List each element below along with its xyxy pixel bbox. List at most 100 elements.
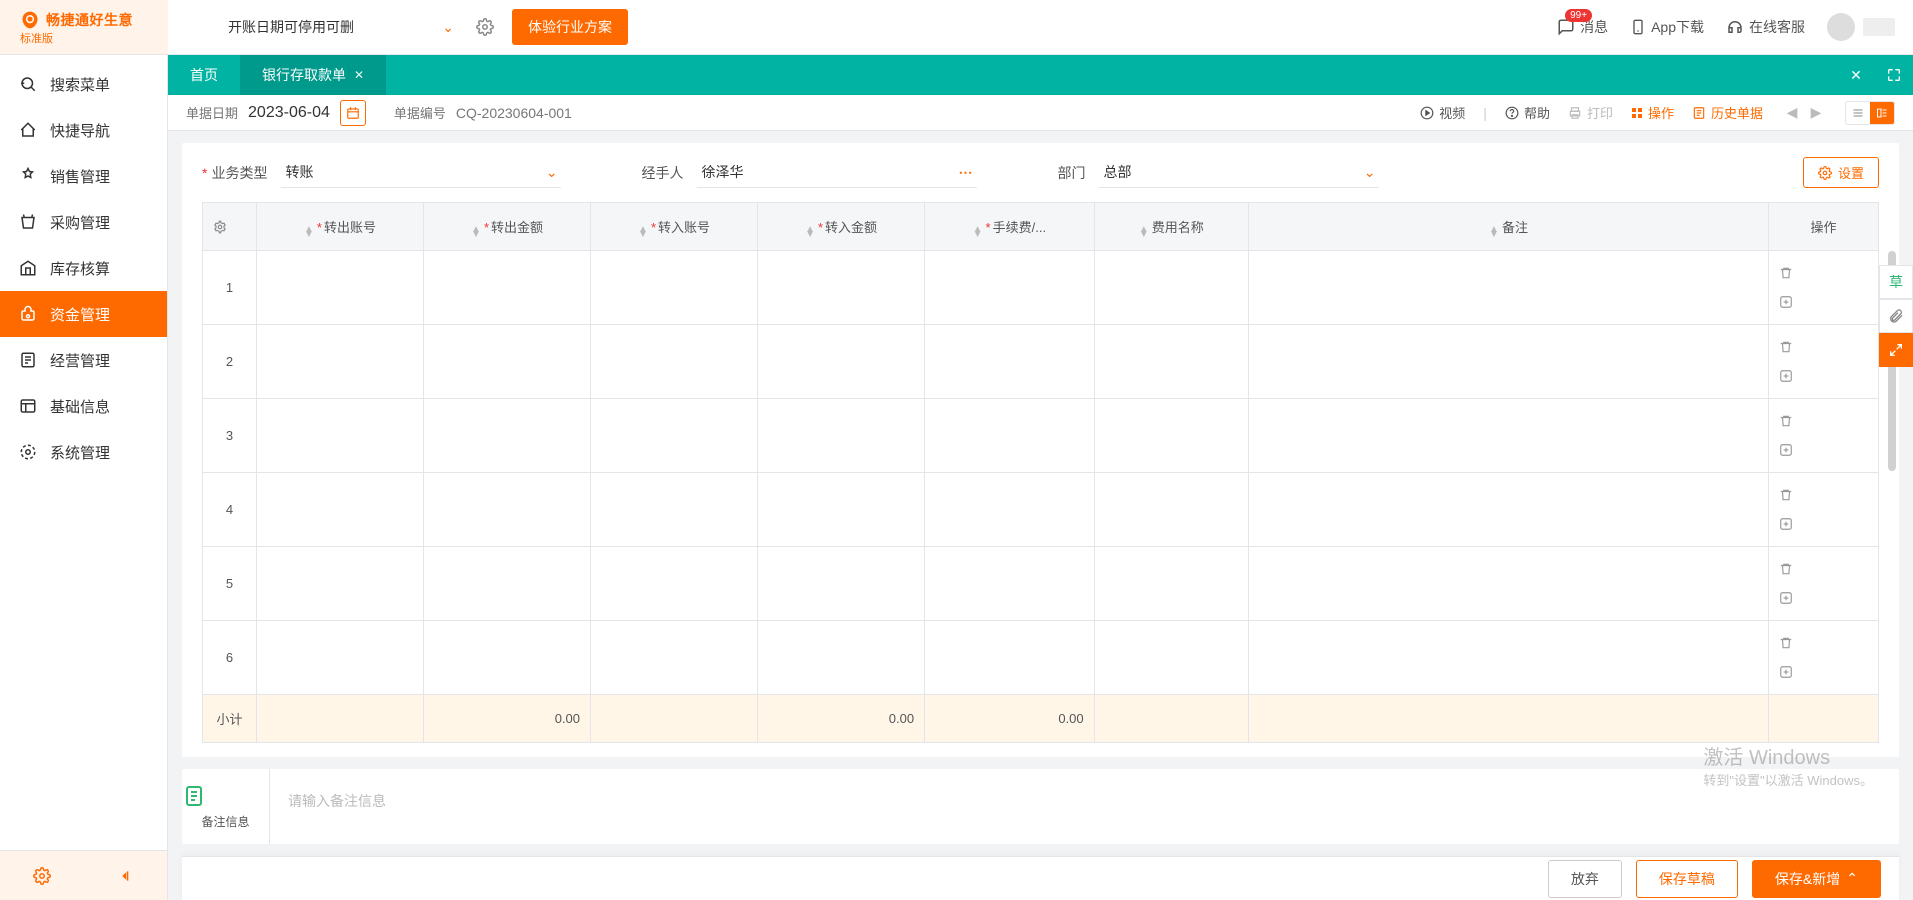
user-menu[interactable] — [1827, 13, 1895, 41]
chevron-down-icon: ⌄ — [442, 19, 454, 36]
th-remark[interactable]: 备注 — [1249, 203, 1769, 251]
chevron-down-icon: ⌄ — [546, 164, 558, 181]
sidebar-item-biz[interactable]: 经营管理 — [0, 337, 167, 383]
biz-icon — [18, 350, 38, 370]
open-date-selector[interactable]: 开账日期可停用可删 ⌄ — [216, 10, 466, 44]
finance-icon — [18, 304, 38, 324]
row-add-icon[interactable] — [1779, 517, 1868, 531]
row-add-icon[interactable] — [1779, 369, 1868, 383]
calendar-icon[interactable] — [340, 100, 366, 126]
table-row[interactable]: 3 — [203, 399, 1879, 473]
table-row[interactable]: 4 — [203, 473, 1879, 547]
row-add-icon[interactable] — [1779, 295, 1868, 309]
headset-icon — [1726, 18, 1744, 36]
tab-bank-transfer[interactable]: 银行存取款单 ✕ — [240, 55, 386, 95]
next-doc-icon[interactable]: ▶ — [1805, 102, 1827, 124]
brand-logo-icon — [20, 9, 40, 31]
sidebar-item-finance[interactable]: 资金管理 — [0, 291, 167, 337]
sidebar: 搜索菜单快捷导航销售管理采购管理库存核算资金管理经营管理基础信息系统管理 — [0, 55, 168, 900]
row-add-icon[interactable] — [1779, 443, 1868, 457]
th-fee[interactable]: *手续费/... — [925, 203, 1095, 251]
float-expand-icon[interactable] — [1879, 333, 1913, 367]
note-icon — [182, 783, 269, 809]
sidebar-item-search[interactable]: 搜索菜单 — [0, 61, 167, 107]
sidebar-settings-icon[interactable] — [33, 867, 51, 885]
table-row[interactable]: 1 — [203, 251, 1879, 325]
biz-type-select[interactable]: 转账 ⌄ — [281, 158, 561, 188]
print-link[interactable]: 打印 — [1568, 103, 1613, 122]
th-out-acct[interactable]: *转出账号 — [257, 203, 424, 251]
sidebar-item-system[interactable]: 系统管理 — [0, 429, 167, 475]
dept-value: 总部 — [1103, 162, 1131, 182]
row-delete-icon[interactable] — [1779, 562, 1868, 576]
th-settings[interactable] — [203, 203, 257, 251]
tab-close-icon[interactable]: ✕ — [354, 68, 364, 82]
header-settings-icon[interactable] — [476, 18, 494, 36]
th-in-amt[interactable]: *转入金额 — [758, 203, 925, 251]
more-icon[interactable]: ⋯ — [958, 164, 973, 181]
sidebar-item-sales[interactable]: 销售管理 — [0, 153, 167, 199]
operate-link[interactable]: 操作 — [1631, 103, 1674, 122]
discard-button[interactable]: 放弃 — [1548, 860, 1622, 898]
sidebar-item-label: 基础信息 — [50, 396, 110, 417]
row-delete-icon[interactable] — [1779, 636, 1868, 650]
table-row[interactable]: 2 — [203, 325, 1879, 399]
app-download-button[interactable]: App下载 — [1630, 17, 1704, 37]
tab-home[interactable]: 首页 — [168, 55, 240, 95]
doc-no-label: 单据编号 — [394, 103, 446, 122]
dept-label: 部门 — [1057, 163, 1085, 183]
chevron-up-icon: ⌃ — [1846, 870, 1858, 887]
row-delete-icon[interactable] — [1779, 488, 1868, 502]
sidebar-item-label: 销售管理 — [50, 166, 110, 187]
phone-icon — [1630, 18, 1646, 36]
help-link[interactable]: 帮助 — [1505, 103, 1550, 122]
form-settings-button[interactable]: 设置 — [1803, 157, 1879, 188]
avatar-icon — [1827, 13, 1855, 41]
th-in-acct[interactable]: *转入账号 — [591, 203, 758, 251]
view-detail-icon[interactable] — [1870, 102, 1894, 124]
sidebar-item-label: 搜索菜单 — [50, 74, 110, 95]
basic-icon — [18, 396, 38, 416]
video-link[interactable]: 视频 — [1420, 103, 1465, 122]
save-add-button[interactable]: 保存&新增 ⌃ — [1752, 860, 1881, 898]
sidebar-collapse-icon[interactable] — [116, 868, 134, 884]
save-draft-button[interactable]: 保存草稿 — [1636, 860, 1738, 898]
sidebar-item-inventory[interactable]: 库存核算 — [0, 245, 167, 291]
row-delete-icon[interactable] — [1779, 340, 1868, 354]
row-add-icon[interactable] — [1779, 591, 1868, 605]
sidebar-item-label: 经营管理 — [50, 350, 110, 371]
open-date-label: 开账日期可停用可删 — [228, 17, 354, 37]
table-row[interactable]: 5 — [203, 547, 1879, 621]
history-link[interactable]: 历史单据 — [1692, 103, 1763, 122]
remark-input[interactable]: 请输入备注信息 — [270, 769, 1899, 844]
doc-date-label: 单据日期 — [186, 103, 238, 122]
search-icon — [18, 74, 38, 94]
handler-select[interactable]: 徐泽华 ⋯ — [697, 158, 977, 188]
th-out-amt[interactable]: *转出金额 — [424, 203, 591, 251]
th-op: 操作 — [1769, 203, 1879, 251]
sidebar-item-label: 快捷导航 — [50, 120, 110, 141]
brand-block: 畅捷通好生意 标准版 — [0, 0, 168, 54]
th-fee-name[interactable]: 费用名称 — [1094, 203, 1248, 251]
row-delete-icon[interactable] — [1779, 414, 1868, 428]
sidebar-item-quicknav[interactable]: 快捷导航 — [0, 107, 167, 153]
row-delete-icon[interactable] — [1779, 266, 1868, 280]
row-add-icon[interactable] — [1779, 665, 1868, 679]
biz-type-label: 业务类型 — [211, 165, 267, 181]
handler-label: 经手人 — [641, 163, 683, 183]
float-attachment-icon[interactable] — [1879, 299, 1913, 333]
system-icon — [18, 442, 38, 462]
industry-cta-button[interactable]: 体验行业方案 — [512, 9, 628, 45]
messages-button[interactable]: 99+ 消息 — [1557, 17, 1608, 37]
tabs-close-all-icon[interactable]: ✕ — [1837, 55, 1875, 95]
dept-select[interactable]: 总部 ⌄ — [1099, 158, 1379, 188]
view-list-icon[interactable] — [1846, 102, 1870, 124]
tabs-fullscreen-icon[interactable] — [1875, 55, 1913, 95]
sidebar-item-basic[interactable]: 基础信息 — [0, 383, 167, 429]
prev-doc-icon[interactable]: ◀ — [1781, 102, 1803, 124]
doc-date-value[interactable]: 2023-06-04 — [248, 104, 330, 122]
sidebar-item-purchase[interactable]: 采购管理 — [0, 199, 167, 245]
float-draft-icon[interactable]: 草 — [1879, 265, 1913, 299]
support-button[interactable]: 在线客服 — [1726, 17, 1805, 37]
table-row[interactable]: 6 — [203, 621, 1879, 695]
